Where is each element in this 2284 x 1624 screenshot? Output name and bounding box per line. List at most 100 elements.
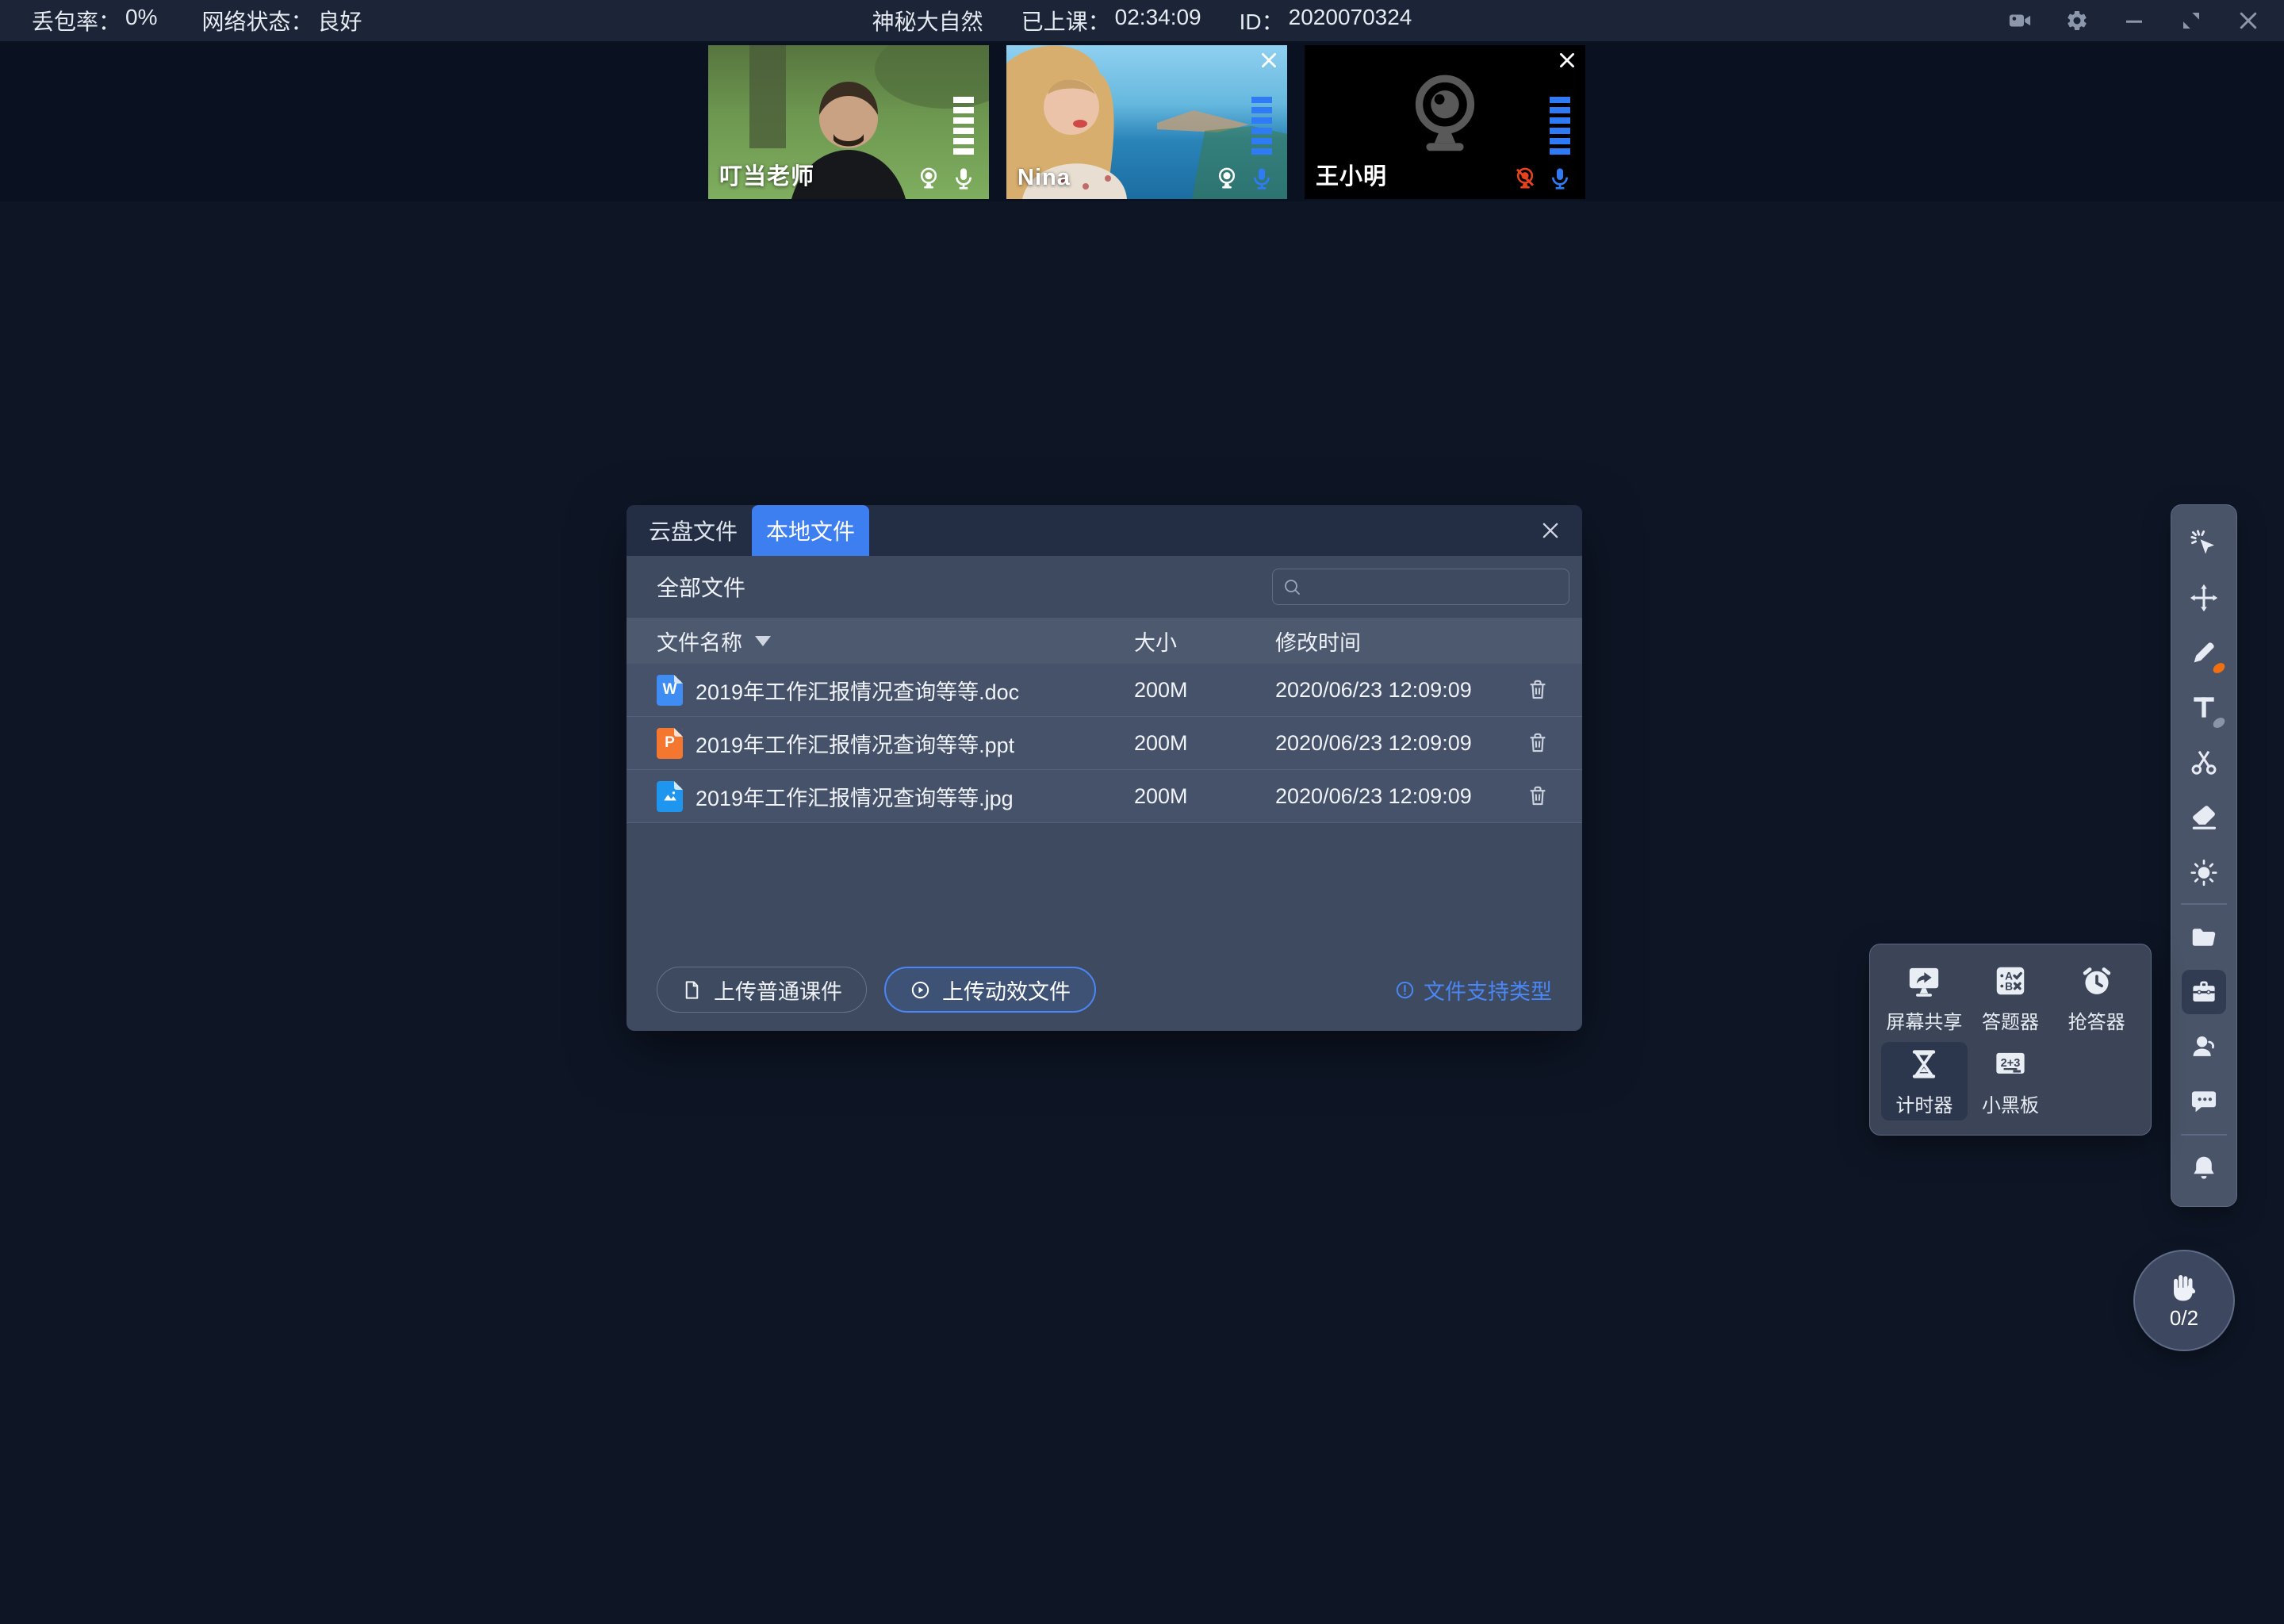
teacher-status-icons	[916, 166, 941, 191]
laser-pointer-tool[interactable]	[2182, 849, 2226, 894]
screen-share-label: 屏幕共享	[1886, 1011, 1963, 1033]
blackboard-item[interactable]: 2+3 小黑板	[1968, 1042, 2054, 1120]
members-tool[interactable]	[2182, 1025, 2226, 1069]
file-picker-dialog: 云盘文件 本地文件 全部文件 文件名称 大小 修改时间 W 2019年工作汇报情…	[627, 505, 1582, 1031]
pencil-icon	[2194, 642, 2214, 663]
participant-name: 王小明	[1316, 164, 1388, 190]
raise-hand-button[interactable]: 0/2	[2133, 1250, 2235, 1351]
file-modified: 2020/06/23 12:09:09	[1275, 783, 1472, 808]
delete-file-icon[interactable]	[1526, 783, 1550, 809]
packet-loss-value: 0%	[125, 5, 158, 29]
recording-camera-icon[interactable]	[2008, 9, 2032, 33]
settings-gear-icon[interactable]	[2065, 9, 2089, 33]
file-row-doc[interactable]: W 2019年工作汇报情况查询等等.doc 200M 2020/06/23 12…	[627, 664, 1582, 717]
video-tile-nina[interactable]: Nina	[1006, 45, 1287, 199]
info-icon	[1396, 981, 1414, 998]
timer-item[interactable]: 计时器	[1881, 1042, 1968, 1120]
svg-text:B: B	[2005, 980, 2013, 992]
buzzer-item[interactable]: 抢答器	[2053, 959, 2140, 1037]
file-row-jpg[interactable]: 2019年工作汇报情况查询等等.jpg 200M 2020/06/23 12:0…	[627, 770, 1582, 823]
screen-share-item[interactable]: 屏幕共享	[1881, 959, 1968, 1037]
toolbox-popup-panel: 屏幕共享 AB 答题器 抢答器 计时器 2+3 小黑板	[1869, 944, 2152, 1136]
tab-local-files[interactable]: 本地文件	[752, 505, 869, 556]
room-id-value: 2020070324	[1288, 5, 1412, 29]
whiteboard-toolbar	[2171, 504, 2237, 1207]
mic-active-icon[interactable]	[1547, 166, 1573, 191]
column-filename-label: 文件名称	[657, 630, 742, 655]
eraser-tool[interactable]	[2182, 795, 2226, 839]
upload-normal-label: 上传普通课件	[714, 979, 842, 1004]
close-video-icon[interactable]	[1259, 50, 1279, 71]
camera-off-icon[interactable]	[1512, 166, 1538, 191]
network-stats: 丢包率： 0% 网络状态： 良好	[0, 5, 362, 36]
video-tiles: 叮当老师 Nina 王小明	[708, 45, 1585, 199]
laser-dot-icon	[2190, 859, 2217, 886]
toolbar-divider	[2181, 1134, 2227, 1136]
chat-tool[interactable]	[2182, 1079, 2226, 1124]
sort-descending-icon	[755, 635, 771, 646]
dialog-close-icon[interactable]	[1539, 519, 1562, 542]
tab-cloud-files-label: 云盘文件	[648, 519, 738, 544]
room-title: 神秘大自然	[872, 10, 983, 34]
toolbox-tool[interactable]	[2182, 970, 2226, 1015]
window-controls	[2008, 9, 2284, 33]
eraser-icon	[2192, 805, 2217, 829]
upload-motion-file-button[interactable]: 上传动效文件	[884, 967, 1096, 1013]
chat-bubble-icon	[2191, 1091, 2217, 1113]
answer-pad-item[interactable]: AB 答题器	[1968, 959, 2054, 1037]
volume-level-bars	[953, 97, 974, 155]
file-name: 2019年工作汇报情况查询等等.doc	[696, 680, 1020, 704]
tab-cloud-files[interactable]: 云盘文件	[634, 505, 752, 556]
file-size: 200M	[1134, 730, 1188, 755]
supported-file-types-link[interactable]: 文件支持类型	[1394, 975, 1552, 1005]
video-tile-teacher[interactable]: 叮当老师	[708, 45, 989, 199]
toolbar-divider	[2181, 903, 2227, 906]
packet-loss-stat: 丢包率： 0%	[32, 5, 157, 36]
column-filename[interactable]: 文件名称	[657, 626, 1134, 657]
courseware-folder-tool[interactable]	[2182, 915, 2226, 959]
delete-file-icon[interactable]	[1526, 677, 1550, 703]
search-input[interactable]	[1308, 574, 1559, 599]
move-tool[interactable]	[2182, 576, 2226, 620]
session-info: 神秘大自然 已上课： 02:34:09 ID： 2020070324	[872, 5, 1412, 36]
select-tool[interactable]	[2182, 521, 2226, 565]
file-modified: 2020/06/23 12:09:09	[1275, 730, 1472, 755]
upload-motion-label: 上传动效文件	[942, 979, 1071, 1004]
file-table-header: 文件名称 大小 修改时间	[627, 618, 1582, 664]
restore-window-icon[interactable]	[2179, 9, 2203, 33]
delete-file-icon[interactable]	[1526, 730, 1550, 756]
move-arrows-icon	[2190, 584, 2218, 612]
supported-file-types-label: 文件支持类型	[1424, 979, 1552, 1004]
toolbox-icon	[2193, 981, 2215, 1002]
buzzer-label: 抢答器	[2067, 1011, 2125, 1033]
mic-active-icon[interactable]	[1249, 166, 1274, 191]
tab-local-files-label: 本地文件	[765, 519, 855, 544]
alarm-clock-icon	[2083, 967, 2110, 994]
hourglass-icon	[1913, 1049, 1936, 1078]
camera-on-icon[interactable]	[1214, 166, 1240, 191]
file-size: 200M	[1134, 677, 1188, 702]
video-tile-wangxiaoming[interactable]: 王小明	[1305, 45, 1585, 199]
scissors-tool[interactable]	[2182, 740, 2226, 784]
upload-normal-courseware-button[interactable]: 上传普通课件	[657, 967, 867, 1013]
pen-tool[interactable]	[2182, 630, 2227, 676]
screen-share-icon	[1910, 967, 1939, 997]
mic-on-icon[interactable]	[951, 166, 976, 191]
close-video-icon[interactable]	[1557, 50, 1577, 71]
close-window-icon[interactable]	[2236, 9, 2260, 33]
notification-bell-tool[interactable]	[2182, 1146, 2226, 1190]
all-files-filter[interactable]: 全部文件	[657, 571, 745, 603]
camera-on-icon[interactable]	[916, 166, 941, 191]
column-size: 大小	[1134, 630, 1177, 655]
member-icon	[2193, 1036, 2214, 1057]
room-id: ID： 2020070324	[1240, 5, 1412, 36]
wang-status-icons	[1512, 166, 1538, 191]
file-row-ppt[interactable]: P 2019年工作汇报情况查询等等.ppt 200M 2020/06/23 12…	[627, 717, 1582, 770]
nina-status-icons	[1214, 166, 1240, 191]
folder-icon	[2192, 929, 2216, 947]
minimize-icon[interactable]	[2122, 9, 2146, 33]
text-tool[interactable]	[2182, 685, 2227, 730]
file-search-box	[1272, 569, 1569, 605]
blackboard-icon: 2+3	[1996, 1052, 2025, 1074]
timer-label: 计时器	[1895, 1094, 1953, 1116]
